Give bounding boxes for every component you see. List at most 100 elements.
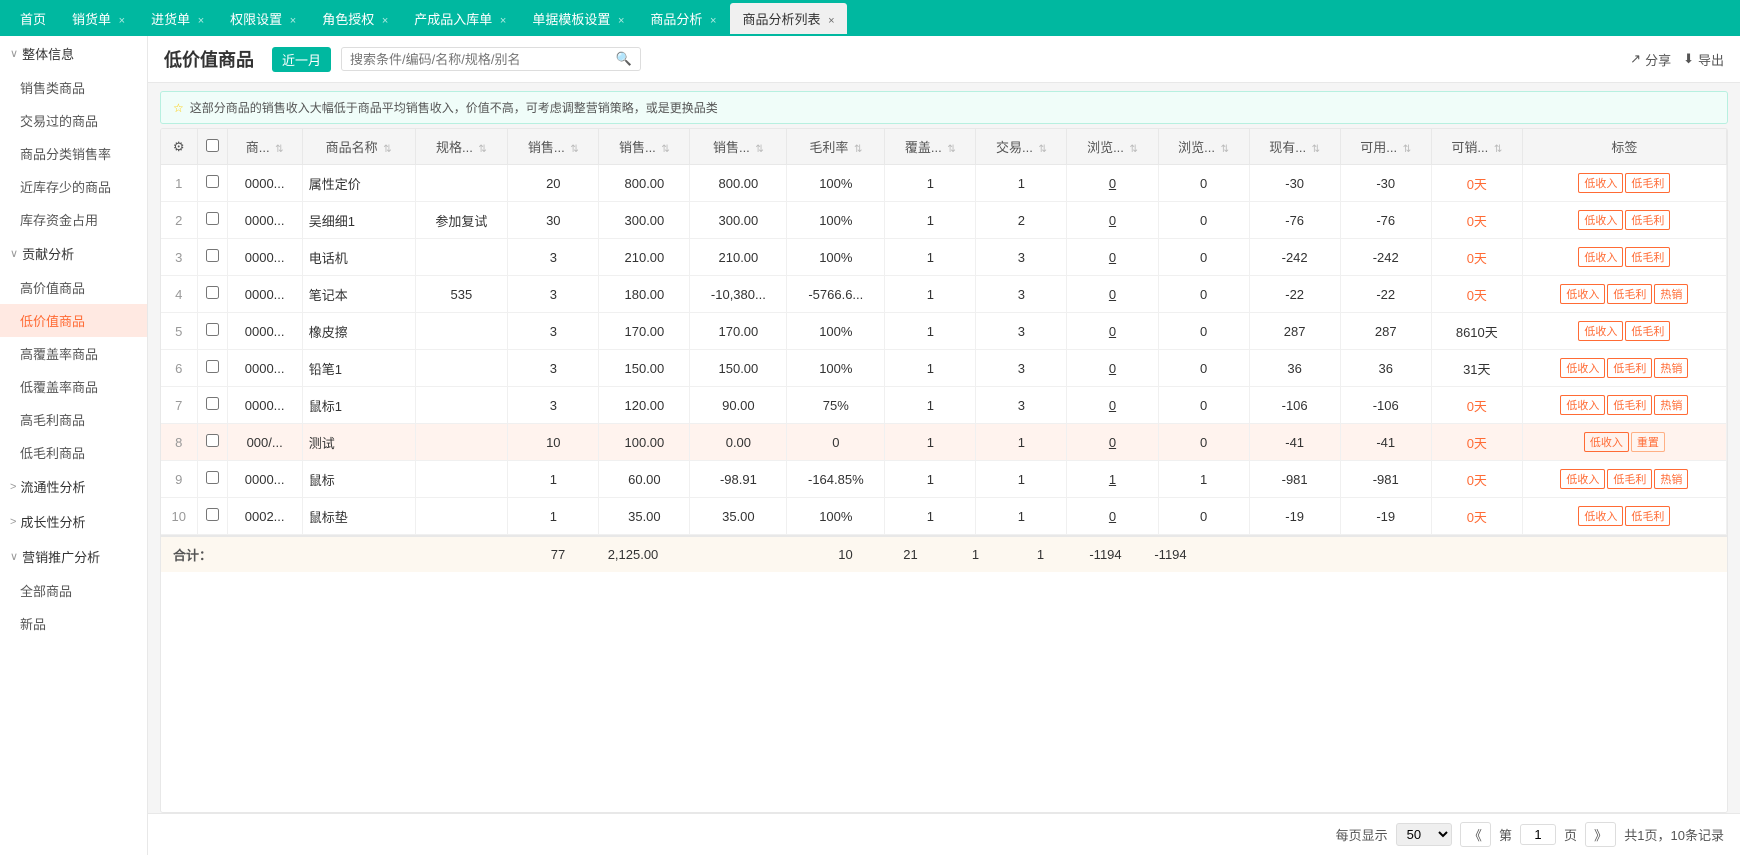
close-icon[interactable]: × [119, 15, 125, 27]
view1-link[interactable]: 0 [1109, 176, 1116, 191]
nav-permissions[interactable]: 权限设置 × [218, 3, 308, 34]
sidebar-item-low-stock[interactable]: 近库存少的商品 [0, 170, 147, 203]
nav-product-analysis-list[interactable]: 商品分析列表 × [730, 3, 846, 34]
current-stock: -242 [1249, 239, 1340, 276]
sort-icon[interactable]: ⇅ [854, 144, 862, 155]
sale-amount: 210.00 [690, 239, 787, 276]
salable-days: 0天 [1431, 276, 1522, 313]
sidebar-item-low-margin[interactable]: 低毛利商品 [0, 436, 147, 469]
row-checkbox[interactable] [206, 323, 219, 336]
sidebar-item-traded-products[interactable]: 交易过的商品 [0, 104, 147, 137]
sort-icon[interactable]: ⇅ [1038, 144, 1046, 155]
sale-qty: 3 [508, 350, 599, 387]
sidebar-section-circulation[interactable]: > 流通性分析 [0, 469, 147, 504]
view1-link[interactable]: 0 [1109, 398, 1116, 413]
product-spec [415, 387, 508, 424]
first-page-button[interactable]: 《 [1460, 822, 1491, 847]
row-checkbox[interactable] [206, 212, 219, 225]
row-checkbox[interactable] [206, 471, 219, 484]
row-checkbox[interactable] [206, 397, 219, 410]
sale-price: 800.00 [599, 165, 690, 202]
available-stock: -22 [1340, 276, 1431, 313]
sort-icon[interactable]: ⇅ [755, 144, 763, 155]
row-checkbox[interactable] [206, 286, 219, 299]
nav-purchase[interactable]: 进货单 × [139, 3, 216, 34]
next-page-button[interactable]: 》 [1585, 822, 1616, 847]
row-checkbox[interactable] [206, 434, 219, 447]
sort-icon[interactable]: ⇅ [570, 144, 578, 155]
sidebar-section-contribution[interactable]: ∨ 贡献分析 [0, 236, 147, 271]
per-page-select[interactable]: 50 100 200 [1396, 823, 1452, 846]
close-icon[interactable]: × [618, 15, 624, 27]
view1-link[interactable]: 0 [1109, 435, 1116, 450]
view1-link[interactable]: 0 [1109, 324, 1116, 339]
row-checkbox[interactable] [206, 249, 219, 262]
trade-count: 1 [976, 165, 1067, 202]
sort-icon[interactable]: ⇅ [661, 144, 669, 155]
content-header: 低价值商品 近一月 🔍 ↗ 分享 ⬇ 导出 [148, 36, 1740, 83]
search-input[interactable] [350, 52, 612, 67]
nav-product-analysis[interactable]: 商品分析 × [638, 3, 728, 34]
sale-amount: 800.00 [690, 165, 787, 202]
row-checkbox[interactable] [206, 360, 219, 373]
select-all-checkbox[interactable] [206, 139, 219, 152]
view1-link[interactable]: 1 [1109, 472, 1116, 487]
nav-stock-in[interactable]: 产成品入库单 × [402, 3, 518, 34]
sort-icon[interactable]: ⇅ [1221, 144, 1229, 155]
sidebar-item-high-coverage[interactable]: 高覆盖率商品 [0, 337, 147, 370]
sort-icon[interactable]: ⇅ [275, 144, 283, 155]
nav-roles[interactable]: 角色授权 × [310, 3, 400, 34]
col-settings[interactable]: ⚙ [161, 129, 197, 165]
sidebar-item-high-margin[interactable]: 高毛利商品 [0, 403, 147, 436]
close-icon[interactable]: × [710, 15, 716, 27]
product-tag: 低收入 [1560, 395, 1605, 415]
current-page-input[interactable] [1520, 824, 1556, 845]
view1-link[interactable]: 0 [1109, 361, 1116, 376]
sort-icon[interactable]: ⇅ [478, 144, 486, 155]
view1-link[interactable]: 0 [1109, 250, 1116, 265]
sidebar-item-high-value[interactable]: 高价值商品 [0, 271, 147, 304]
share-button[interactable]: ↗ 分享 [1630, 50, 1671, 69]
sale-amount: 300.00 [690, 202, 787, 239]
view1-link[interactable]: 0 [1109, 509, 1116, 524]
sidebar-section-growth[interactable]: > 成长性分析 [0, 504, 147, 539]
search-icon[interactable]: 🔍 [616, 51, 632, 67]
close-icon[interactable]: × [500, 15, 506, 27]
close-icon[interactable]: × [290, 15, 296, 27]
sort-icon[interactable]: ⇅ [1494, 144, 1502, 155]
row-checkbox[interactable] [206, 508, 219, 521]
nav-sales[interactable]: 销货单 × [60, 3, 137, 34]
sort-icon[interactable]: ⇅ [1403, 144, 1411, 155]
row-checkbox[interactable] [206, 175, 219, 188]
product-code: 0000... [227, 165, 302, 202]
close-icon[interactable]: × [382, 15, 388, 27]
export-button[interactable]: ⬇ 导出 [1683, 50, 1724, 69]
product-name: 属性定价 [302, 165, 415, 202]
sidebar-section-overall[interactable]: ∨ 整体信息 [0, 36, 147, 71]
sidebar-item-category-sales[interactable]: 商品分类销售率 [0, 137, 147, 170]
nav-template[interactable]: 单据模板设置 × [520, 3, 636, 34]
sidebar-item-low-coverage[interactable]: 低覆盖率商品 [0, 370, 147, 403]
row-checkbox-cell [197, 165, 227, 202]
sidebar-section-marketing[interactable]: ∨ 营销推广分析 [0, 539, 147, 574]
sidebar-item-all-products[interactable]: 全部商品 [0, 574, 147, 607]
sort-icon[interactable]: ⇅ [1130, 144, 1138, 155]
view1-link[interactable]: 0 [1109, 213, 1116, 228]
sidebar-item-low-value[interactable]: 低价值商品 [0, 304, 147, 337]
view1-link[interactable]: 0 [1109, 287, 1116, 302]
sidebar-item-new-products[interactable]: 新品 [0, 607, 147, 640]
filter-recent-month-button[interactable]: 近一月 [272, 47, 331, 72]
table-row: 5 0000... 橡皮擦 3 170.00 170.00 100% 1 3 0… [161, 313, 1727, 350]
sidebar-item-stock-fund[interactable]: 库存资金占用 [0, 203, 147, 236]
sort-icon[interactable]: ⇅ [947, 144, 955, 155]
sidebar-item-sales-products[interactable]: 销售类商品 [0, 71, 147, 104]
sort-icon[interactable]: ⇅ [383, 144, 391, 155]
sale-price: 300.00 [599, 202, 690, 239]
close-icon[interactable]: × [198, 15, 204, 27]
product-tag: 低毛利 [1625, 173, 1670, 193]
sort-icon[interactable]: ⇅ [1312, 144, 1320, 155]
close-icon[interactable]: × [828, 15, 834, 27]
nav-home[interactable]: 首页 [8, 3, 58, 34]
col-checkbox[interactable] [197, 129, 227, 165]
product-tag: 低毛利 [1607, 284, 1652, 304]
